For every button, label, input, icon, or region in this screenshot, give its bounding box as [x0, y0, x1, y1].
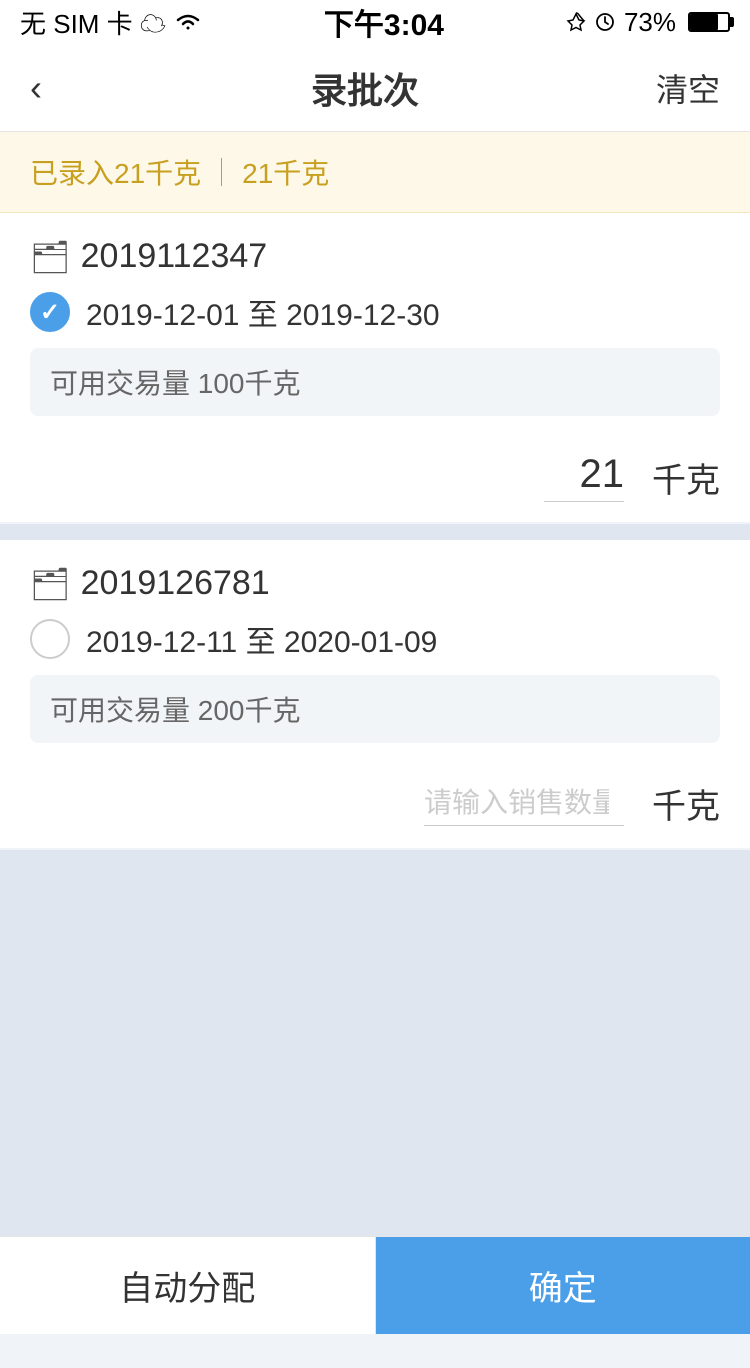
batch-icon-1: 🗂 [30, 238, 71, 276]
batch-number-2: 2019126781 [81, 564, 270, 603]
batch-date-1: 2019-12-01 至 2019-12-30 [86, 290, 440, 334]
batch-number-1: 2019112347 [81, 237, 268, 276]
total-qty: 21千克 [242, 152, 329, 192]
back-button[interactable]: ‹ [30, 67, 90, 109]
batch-date-row-2: 2019-12-11 至 2020-01-09 [0, 613, 750, 671]
no-sim-label: 无 SIM 卡 ☁ [20, 4, 166, 41]
qty-input-wrap-1: 21 [30, 452, 624, 502]
wifi-icon [174, 12, 202, 32]
location-icon [566, 12, 586, 32]
batch-available-2: 可用交易量 200千克 [30, 675, 720, 743]
qty-input-wrap-2 [30, 782, 624, 826]
clock-icon [594, 12, 616, 32]
battery-icon [688, 12, 730, 32]
battery-percent: 73% [624, 7, 676, 38]
section-separator [0, 524, 750, 540]
recorded-qty: 已录入21千克 [30, 152, 201, 192]
content-area: 🗂 2019112347 2019-12-01 至 2019-12-30 可用交… [0, 213, 750, 1368]
batch-unit-1: 千克 [652, 453, 720, 502]
info-divider [221, 158, 222, 186]
batch-header-2: 🗂 2019126781 [0, 540, 750, 613]
batch-date-2: 2019-12-11 至 2020-01-09 [86, 617, 437, 661]
status-left: 无 SIM 卡 ☁ [20, 4, 202, 41]
batch-date-row-1: 2019-12-01 至 2019-12-30 [0, 286, 750, 344]
status-time: 下午3:04 [324, 0, 444, 44]
batch-radio-1[interactable] [30, 292, 70, 332]
status-bar: 无 SIM 卡 ☁ 下午3:04 73% [0, 0, 750, 44]
confirm-button[interactable]: 确定 [376, 1237, 750, 1334]
batch-qty-row-1: 21 千克 [0, 436, 750, 522]
batch-qty-value-1: 21 [544, 452, 624, 502]
batch-header-1: 🗂 2019112347 [0, 213, 750, 286]
batch-qty-row-2: 千克 [0, 763, 750, 848]
page-title: 录批次 [311, 62, 419, 114]
clear-button[interactable]: 清空 [640, 65, 720, 111]
empty-area [0, 850, 750, 1270]
batch-available-1: 可用交易量 100千克 [30, 348, 720, 416]
info-banner: 已录入21千克 21千克 [0, 132, 750, 213]
batch-radio-2[interactable] [30, 619, 70, 659]
bottom-bar: 自动分配 确定 [0, 1236, 750, 1334]
nav-bar: ‹ 录批次 清空 [0, 44, 750, 132]
batch-card-1: 🗂 2019112347 2019-12-01 至 2019-12-30 可用交… [0, 213, 750, 522]
batch-card-2: 🗂 2019126781 2019-12-11 至 2020-01-09 可用交… [0, 540, 750, 848]
batch-qty-input-2[interactable] [424, 782, 624, 826]
status-right: 73% [566, 7, 730, 38]
batch-icon-2: 🗂 [30, 565, 71, 603]
batch-unit-2: 千克 [652, 779, 720, 828]
auto-distribute-button[interactable]: 自动分配 [0, 1237, 376, 1334]
